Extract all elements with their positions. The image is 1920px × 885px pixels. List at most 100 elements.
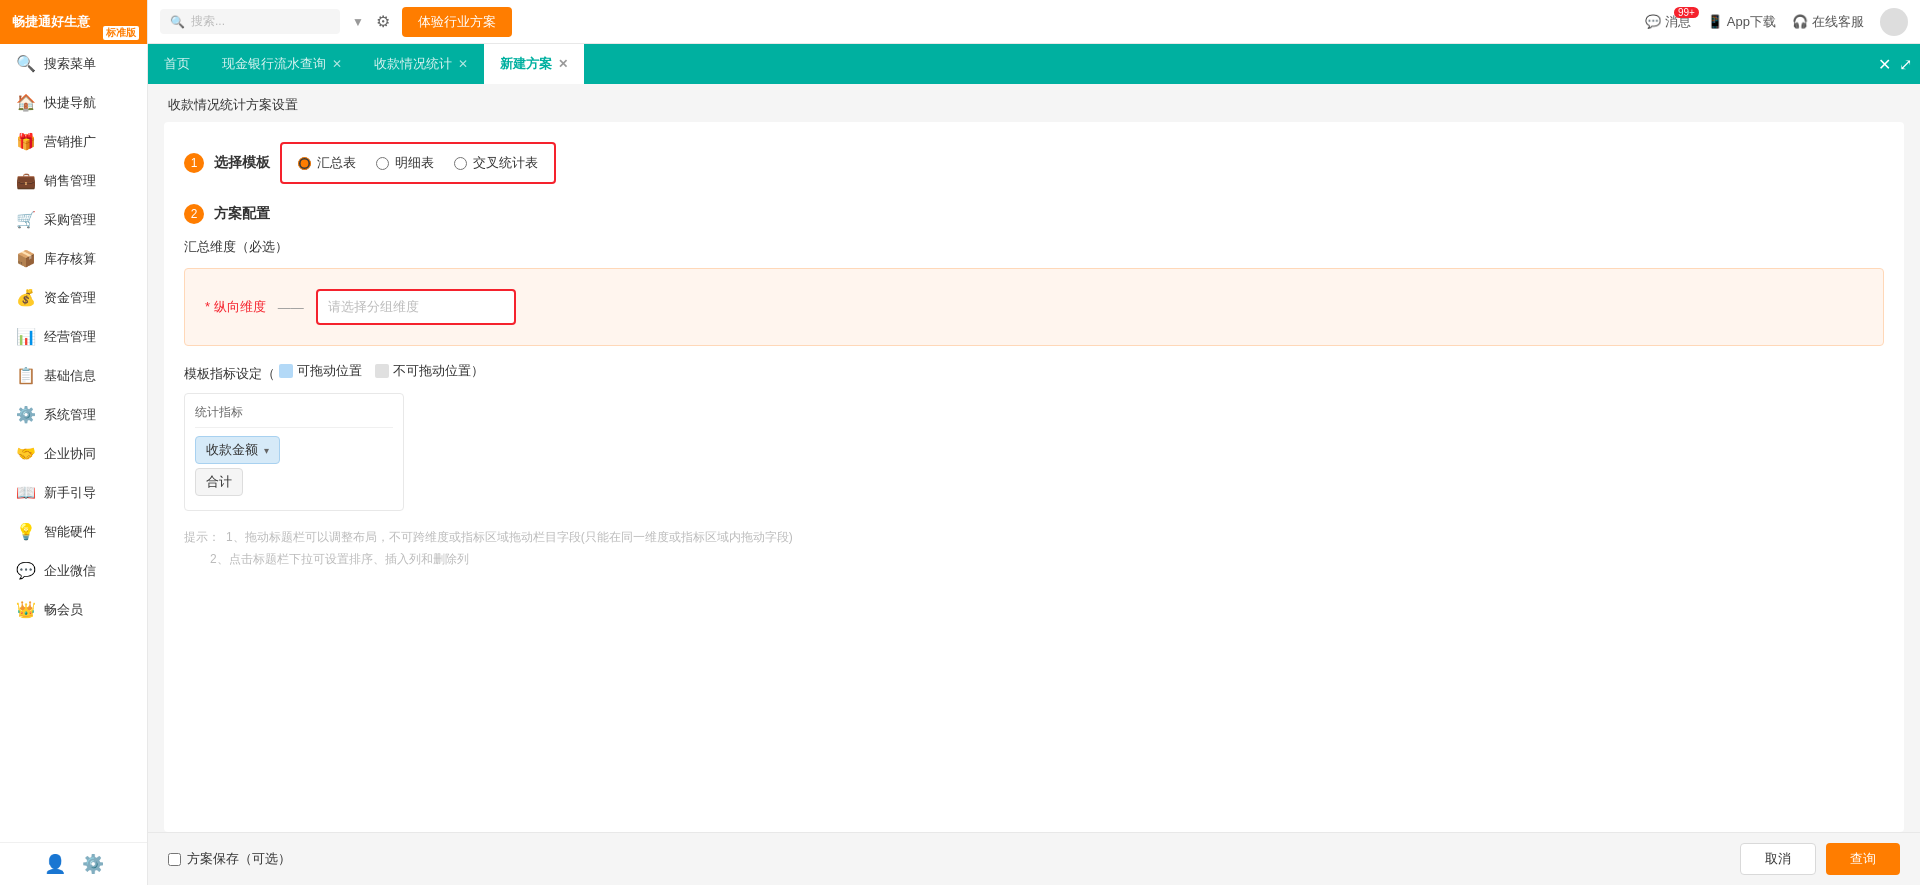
non-draggable-color-swatch	[375, 364, 389, 378]
sidebar-item-label: 库存核算	[44, 250, 96, 268]
content-area: 收款情况统计方案设置 1 选择模板 汇总表 明细表	[148, 84, 1920, 885]
sidebar-bottom: 👤 ⚙️	[0, 842, 147, 885]
tab-home-label: 首页	[164, 55, 190, 73]
box-icon: 📦	[16, 249, 36, 268]
handshake-icon: 🤝	[16, 444, 36, 463]
support-item[interactable]: 🎧 在线客服	[1792, 13, 1864, 31]
sidebar-item-wechat[interactable]: 💬 企业微信	[0, 551, 147, 590]
download-item[interactable]: 📱 App下载	[1707, 13, 1776, 31]
radio-cross[interactable]: 交叉统计表	[454, 154, 538, 172]
sidebar-item-member[interactable]: 👑 畅会员	[0, 590, 147, 629]
tab-receipt-stats-label: 收款情况统计	[374, 55, 452, 73]
sidebar-item-management[interactable]: 📊 经营管理	[0, 317, 147, 356]
settings-bottom-icon[interactable]: ⚙️	[82, 853, 104, 875]
metric-tag-receipt[interactable]: 收款金额 ▾	[195, 436, 280, 464]
sidebar-item-marketing[interactable]: 🎁 营销推广	[0, 122, 147, 161]
group-dim-select[interactable]: 请选择分组维度	[316, 289, 516, 325]
trial-button[interactable]: 体验行业方案	[402, 7, 512, 37]
main-area: 🔍 搜索... ▼ ⚙ 体验行业方案 💬 消息 99+ 📱 App下载 🎧 在线…	[148, 0, 1920, 885]
search-icon: 🔍	[170, 15, 185, 29]
tab-home[interactable]: 首页	[148, 44, 206, 84]
maximize-icon[interactable]: ⤢	[1899, 55, 1912, 74]
sidebar-item-label: 营销推广	[44, 133, 96, 151]
non-draggable-legend: 不可拖动位置）	[375, 362, 484, 380]
sidebar-item-collab[interactable]: 🤝 企业协同	[0, 434, 147, 473]
radio-cross-input[interactable]	[454, 157, 467, 170]
tip-label: 提示：	[184, 527, 220, 549]
radio-detail-label[interactable]: 明细表	[395, 154, 434, 172]
sidebar-item-label: 搜索菜单	[44, 55, 96, 73]
tip-spacer	[184, 549, 204, 571]
bottom-actions: 取消 查询	[1740, 843, 1900, 875]
sidebar-item-inventory[interactable]: 📦 库存核算	[0, 239, 147, 278]
sidebar-item-sales[interactable]: 💼 销售管理	[0, 161, 147, 200]
sidebar-item-system[interactable]: ⚙️ 系统管理	[0, 395, 147, 434]
sidebar-item-label: 畅会员	[44, 601, 83, 619]
sidebar-item-search[interactable]: 🔍 搜索菜单	[0, 44, 147, 83]
metric-subtag-label: 合计	[206, 473, 232, 491]
non-draggable-label: 不可拖动位置）	[393, 362, 484, 380]
dimension-title: 汇总维度（必选）	[184, 238, 1884, 256]
tab-receipt-stats[interactable]: 收款情况统计 ✕	[358, 44, 484, 84]
chat-icon: 💬	[16, 561, 36, 580]
sidebar-item-purchase[interactable]: 🛒 采购管理	[0, 200, 147, 239]
radio-summary-input[interactable]	[298, 157, 311, 170]
radio-detail-input[interactable]	[376, 157, 389, 170]
metrics-section: 模板指标设定（ 可拖动位置 不可拖动位置）	[184, 362, 1884, 511]
dropdown-chevron-icon[interactable]: ▼	[352, 15, 364, 29]
radio-summary[interactable]: 汇总表	[298, 154, 356, 172]
metrics-label: 模板指标设定（ 可拖动位置 不可拖动位置）	[184, 362, 484, 383]
save-label: 方案保存（可选）	[187, 850, 291, 868]
version-badge: 标准版	[103, 26, 139, 40]
settings-icon[interactable]: ⚙	[376, 12, 390, 31]
tip-text-2: 2、点击标题栏下拉可设置排序、插入列和删除列	[210, 549, 469, 571]
sidebar-item-finance[interactable]: 💰 资金管理	[0, 278, 147, 317]
sidebar: 畅捷通好生意 标准版 🔍 搜索菜单 🏠 快捷导航 🎁 营销推广 💼 销售管理 🛒…	[0, 0, 148, 885]
tab-new-plan[interactable]: 新建方案 ✕	[484, 44, 584, 84]
user-bottom-icon[interactable]: 👤	[44, 853, 66, 875]
sidebar-item-label: 快捷导航	[44, 94, 96, 112]
radio-cross-label[interactable]: 交叉统计表	[473, 154, 538, 172]
dimension-row: * 纵向维度 —— 请选择分组维度	[205, 289, 1863, 325]
tab-bank-flow[interactable]: 现金银行流水查询 ✕	[206, 44, 358, 84]
draggable-label: 可拖动位置	[297, 362, 362, 380]
arrow-separator: ——	[278, 300, 304, 315]
sidebar-item-label: 系统管理	[44, 406, 96, 424]
avatar[interactable]	[1880, 8, 1908, 36]
tab-bank-flow-close[interactable]: ✕	[332, 57, 342, 71]
topbar-right: 💬 消息 99+ 📱 App下载 🎧 在线客服	[1645, 8, 1908, 36]
search-icon: 🔍	[16, 54, 36, 73]
metric-subtag-total[interactable]: 合计	[195, 468, 243, 496]
message-item[interactable]: 💬 消息 99+	[1645, 13, 1691, 31]
tabbar-controls: ✕ ⤢	[1878, 55, 1920, 74]
close-all-icon[interactable]: ✕	[1878, 55, 1891, 74]
tip-line-2: 2、点击标题栏下拉可设置排序、插入列和删除列	[184, 549, 1884, 571]
save-checkbox[interactable]	[168, 853, 181, 866]
sidebar-item-guide[interactable]: 📖 新手引导	[0, 473, 147, 512]
tab-new-plan-close[interactable]: ✕	[558, 57, 568, 71]
sidebar-item-nav[interactable]: 🏠 快捷导航	[0, 83, 147, 122]
sidebar-item-basics[interactable]: 📋 基础信息	[0, 356, 147, 395]
radio-summary-label[interactable]: 汇总表	[317, 154, 356, 172]
metrics-section-title: 统计指标	[195, 404, 393, 428]
sidebar-item-label: 资金管理	[44, 289, 96, 307]
dimension-area: * 纵向维度 —— 请选择分组维度	[184, 268, 1884, 346]
topbar-search[interactable]: 🔍 搜索...	[160, 9, 340, 34]
cancel-button[interactable]: 取消	[1740, 843, 1816, 875]
sidebar-item-label: 采购管理	[44, 211, 96, 229]
metric-tag-label: 收款金额	[206, 441, 258, 459]
radio-detail[interactable]: 明细表	[376, 154, 434, 172]
tips-section: 提示： 1、拖动标题栏可以调整布局，不可跨维度或指标区域拖动栏目字段(只能在同一…	[184, 527, 1884, 570]
tip-text-1: 1、拖动标题栏可以调整布局，不可跨维度或指标区域拖动栏目字段(只能在同一维度或指…	[226, 527, 793, 549]
step1-title: 选择模板	[214, 154, 270, 172]
draggable-color-swatch	[279, 364, 293, 378]
sidebar-item-label: 经营管理	[44, 328, 96, 346]
sidebar-item-label: 基础信息	[44, 367, 96, 385]
gift-icon: 🎁	[16, 132, 36, 151]
tab-receipt-stats-close[interactable]: ✕	[458, 57, 468, 71]
book-icon: 📖	[16, 483, 36, 502]
step2-header: 2 方案配置	[184, 204, 1884, 224]
briefcase-icon: 💼	[16, 171, 36, 190]
sidebar-item-hardware[interactable]: 💡 智能硬件	[0, 512, 147, 551]
query-button[interactable]: 查询	[1826, 843, 1900, 875]
